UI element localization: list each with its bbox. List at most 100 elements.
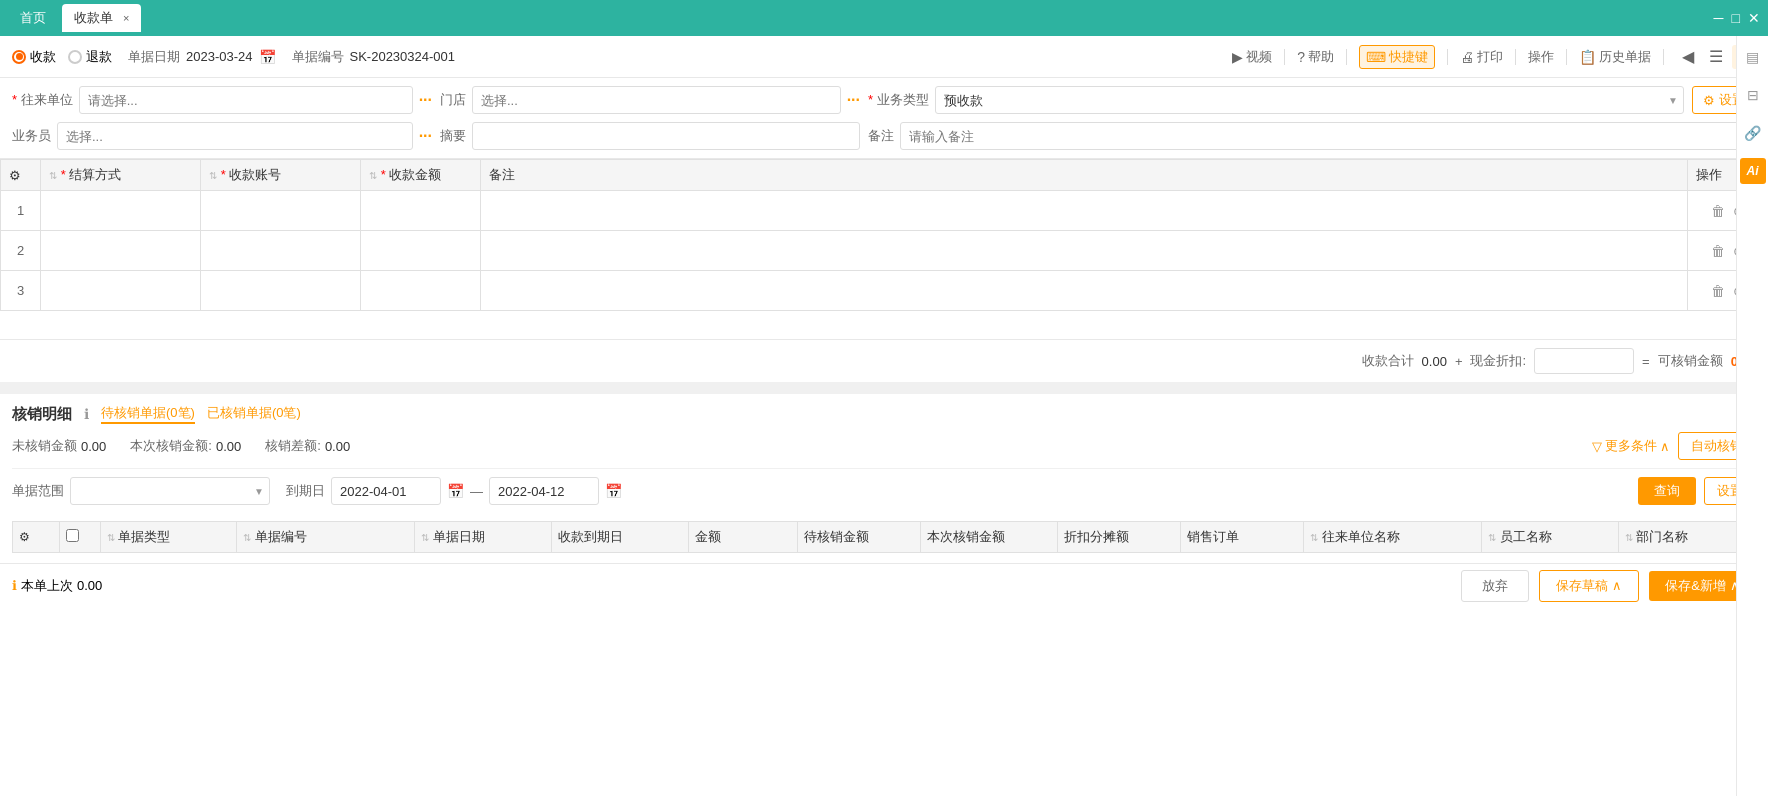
- tab-home[interactable]: 首页: [8, 4, 58, 32]
- amount-cell-2[interactable]: [361, 231, 481, 271]
- amount-input-3[interactable]: [361, 271, 480, 310]
- col-pending-label: 待核销金额: [804, 529, 869, 544]
- calendar-icon[interactable]: 📅: [259, 49, 276, 65]
- range-select[interactable]: [70, 477, 270, 505]
- window-maximize-icon[interactable]: □: [1732, 10, 1740, 26]
- history-btn[interactable]: 📋 历史单据: [1579, 48, 1651, 66]
- staff-more-btn[interactable]: ···: [419, 127, 432, 145]
- list-view-btn[interactable]: ☰: [1704, 45, 1728, 69]
- store-more-btn[interactable]: ···: [847, 91, 860, 109]
- radio-refund[interactable]: 退款: [68, 48, 112, 66]
- tab-done[interactable]: 已核销单据(0笔): [207, 404, 301, 424]
- delete-icon-1[interactable]: 🗑: [1711, 203, 1725, 219]
- table-row: 1 🗑 ⊕: [1, 191, 1768, 231]
- unchecked-label: 未核销金额: [12, 437, 77, 455]
- summary-input[interactable]: [472, 122, 860, 150]
- info-value: 0.00: [77, 578, 102, 593]
- verify-info-icon[interactable]: ℹ: [84, 406, 89, 422]
- bottom-col-current: 本次核销金额: [921, 522, 1058, 553]
- settlement-input-3[interactable]: [41, 271, 200, 310]
- col-date-label: 单据日期: [433, 529, 485, 544]
- discount-input[interactable]: [1534, 348, 1634, 374]
- amount-cell-1[interactable]: [361, 191, 481, 231]
- account-cell-1[interactable]: [201, 191, 361, 231]
- remark-cell-1[interactable]: [481, 191, 1688, 231]
- col-gear-header[interactable]: ⚙: [1, 160, 41, 191]
- tab-close-icon[interactable]: ×: [123, 12, 129, 24]
- operation-btn[interactable]: 操作: [1528, 48, 1554, 66]
- remark-input-1[interactable]: [481, 191, 1687, 230]
- business-type-label-text: 业务类型: [877, 92, 929, 107]
- account-input-3[interactable]: [201, 271, 360, 310]
- prev-btn[interactable]: ◀: [1676, 45, 1700, 69]
- right-sidebar: ▤ ⊟ 🔗 Ai: [1736, 36, 1768, 796]
- settlement-required: *: [61, 167, 66, 182]
- staff-input[interactable]: [57, 122, 413, 150]
- business-type-select[interactable]: 预收款: [935, 86, 1684, 114]
- date-to-calendar-icon[interactable]: 📅: [605, 483, 622, 499]
- abandon-btn[interactable]: 放弃: [1461, 570, 1529, 602]
- bottom-col-due: 收款到期日: [552, 522, 689, 553]
- print-icon: 🖨: [1460, 49, 1474, 65]
- counterparty-label-text: 往来单位: [21, 92, 73, 107]
- counterparty-more-btn[interactable]: ···: [419, 91, 432, 109]
- current-stat: 本次核销金额: 0.00: [130, 437, 241, 455]
- date-from-input[interactable]: [331, 477, 441, 505]
- more-conditions-btn[interactable]: ▽ 更多条件 ∧: [1592, 437, 1670, 455]
- remark-input-3[interactable]: [481, 271, 1687, 310]
- delete-icon-2[interactable]: 🗑: [1711, 243, 1725, 259]
- sort-counterparty-icon: ⇅: [1310, 532, 1318, 543]
- history-label: 历史单据: [1599, 48, 1651, 66]
- abandon-label: 放弃: [1482, 578, 1508, 593]
- video-btn[interactable]: ▶ 视频: [1232, 48, 1272, 66]
- row-num-2: 2: [1, 231, 41, 271]
- print-btn[interactable]: 🖨 打印: [1460, 48, 1503, 66]
- remark-input-2[interactable]: [481, 231, 1687, 270]
- radio-receive-dot: [12, 50, 26, 64]
- total-label: 收款合计: [1362, 352, 1414, 370]
- sidebar-table-icon[interactable]: ▤: [1740, 44, 1766, 70]
- tab-pending[interactable]: 待核销单据(0笔): [101, 404, 195, 424]
- sidebar-ai-icon[interactable]: Ai: [1740, 158, 1766, 184]
- toolbar-divider-1: [1284, 49, 1285, 65]
- query-btn[interactable]: 查询: [1638, 477, 1696, 505]
- date-to-input[interactable]: [489, 477, 599, 505]
- remark-input[interactable]: [900, 122, 1756, 150]
- window-close-icon[interactable]: ✕: [1748, 10, 1760, 26]
- bottom-col-checkbox[interactable]: [59, 522, 100, 553]
- delete-icon-3[interactable]: 🗑: [1711, 283, 1725, 299]
- settlement-input-2[interactable]: [41, 231, 200, 270]
- account-cell-2[interactable]: [201, 231, 361, 271]
- settlement-input-1[interactable]: [41, 191, 200, 230]
- counterparty-input[interactable]: [79, 86, 413, 114]
- sidebar-doc-icon[interactable]: ⊟: [1740, 82, 1766, 108]
- sidebar-link-icon[interactable]: 🔗: [1740, 120, 1766, 146]
- business-type-field: * 业务类型 预收款 ▼: [868, 86, 1684, 114]
- radio-receive[interactable]: 收款: [12, 48, 56, 66]
- draft-btn[interactable]: 保存草稿 ∧: [1539, 570, 1639, 602]
- date-from-calendar-icon[interactable]: 📅: [447, 483, 464, 499]
- settlement-cell-1[interactable]: [41, 191, 201, 231]
- amount-input-2[interactable]: [361, 231, 480, 270]
- sort-number-icon: ⇅: [243, 532, 251, 543]
- account-input-1[interactable]: [201, 191, 360, 230]
- tab-active[interactable]: 收款单 ×: [62, 4, 141, 32]
- settlement-cell-3[interactable]: [41, 271, 201, 311]
- remark-cell-3[interactable]: [481, 271, 1688, 311]
- bottom-col-gear[interactable]: ⚙: [13, 522, 60, 553]
- shortcut-btn[interactable]: ⌨ 快捷键: [1359, 45, 1435, 69]
- available-label: 可核销金额: [1658, 352, 1723, 370]
- actions-label: 操作: [1696, 167, 1722, 182]
- remark-cell-2[interactable]: [481, 231, 1688, 271]
- store-input[interactable]: [472, 86, 841, 114]
- amount-cell-3[interactable]: [361, 271, 481, 311]
- window-minimize-icon[interactable]: ─: [1714, 10, 1724, 26]
- account-cell-3[interactable]: [201, 271, 361, 311]
- account-required: *: [221, 167, 226, 182]
- account-input-2[interactable]: [201, 231, 360, 270]
- settlement-cell-2[interactable]: [41, 231, 201, 271]
- select-all-checkbox[interactable]: [66, 529, 79, 542]
- info-icon[interactable]: ℹ: [12, 578, 17, 593]
- help-btn[interactable]: ? 帮助: [1297, 48, 1334, 66]
- amount-input-1[interactable]: [361, 191, 480, 230]
